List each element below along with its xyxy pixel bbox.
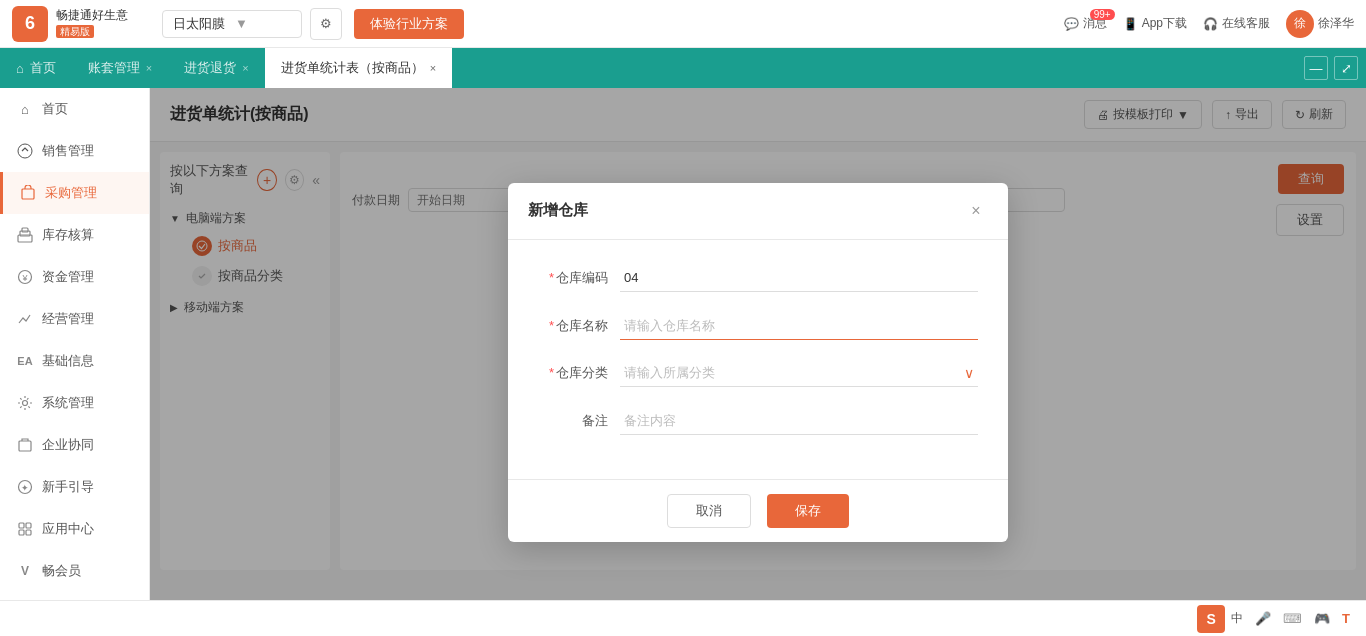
- warehouse-category-label: 仓库分类: [538, 364, 608, 382]
- tab-close-icon[interactable]: ×: [242, 62, 248, 74]
- home-icon: ⌂: [16, 61, 24, 76]
- message-icon: 💬: [1064, 17, 1079, 31]
- tab-home[interactable]: ⌂ 首页: [0, 48, 72, 88]
- ops-icon: [16, 310, 34, 328]
- svg-rect-12: [26, 523, 31, 528]
- warehouse-remark-label: 备注: [538, 412, 608, 430]
- modal-footer: 取消 保存: [508, 479, 1008, 542]
- svg-rect-8: [19, 441, 31, 451]
- warehouse-category-row: 仓库分类 请输入所属分类 ∨: [538, 360, 978, 387]
- svg-text:¥: ¥: [21, 273, 28, 283]
- phone-icon: 📱: [1123, 17, 1138, 31]
- tab-purchase-return[interactable]: 进货退货 ×: [168, 48, 264, 88]
- store-selector[interactable]: 日太阳膜 ▼: [162, 10, 302, 38]
- cancel-button[interactable]: 取消: [667, 494, 751, 528]
- warehouse-name-input[interactable]: [620, 312, 978, 340]
- warehouse-name-row: 仓库名称: [538, 312, 978, 340]
- trial-button[interactable]: 体验行业方案: [354, 9, 464, 39]
- bottom-s-logo: S: [1197, 605, 1225, 633]
- warehouse-name-label: 仓库名称: [538, 317, 608, 335]
- finance-icon: ¥: [16, 268, 34, 286]
- sidebar-item-purchase[interactable]: 采购管理: [0, 172, 149, 214]
- modal-body: 仓库编码 仓库名称 仓库分类 请输入所属分类 ∨: [508, 240, 1008, 479]
- online-service-button[interactable]: 🎧 在线客服: [1203, 15, 1270, 32]
- svg-rect-1: [22, 189, 34, 199]
- tab-minimize-button[interactable]: —: [1304, 56, 1328, 80]
- tab-expand-button[interactable]: ⤢: [1334, 56, 1358, 80]
- sidebar-item-sales[interactable]: 销售管理: [0, 130, 149, 172]
- member-icon: V: [16, 562, 34, 580]
- modal-close-button[interactable]: ×: [964, 199, 988, 223]
- modal-overlay: 新增仓库 × 仓库编码 仓库名称 仓库分类: [150, 88, 1366, 636]
- tab-purchase-stats[interactable]: 进货单统计表（按商品） ×: [265, 48, 452, 88]
- home-nav-icon: ⌂: [16, 100, 34, 118]
- logo-text: 畅捷通好生意 精易版: [56, 8, 128, 39]
- logo-area: 6 畅捷通好生意 精易版: [12, 6, 162, 42]
- mic-icon[interactable]: 🎤: [1255, 611, 1271, 626]
- sidebar: ⌂ 首页 销售管理 采购管理 库存核算 ¥ 资金管理: [0, 88, 150, 636]
- svg-rect-11: [19, 523, 24, 528]
- sidebar-item-base[interactable]: EA 基础信息: [0, 340, 149, 382]
- dropdown-arrow-icon: ▼: [235, 16, 291, 31]
- inventory-icon: [16, 226, 34, 244]
- app-download-button[interactable]: 📱 App下载: [1123, 15, 1187, 32]
- sidebar-item-ops[interactable]: 经营管理: [0, 298, 149, 340]
- sidebar-item-guide[interactable]: ✦ 新手引导: [0, 466, 149, 508]
- gear-button[interactable]: ⚙: [310, 8, 342, 40]
- svg-point-7: [23, 401, 28, 406]
- system-icon: [16, 394, 34, 412]
- svg-point-0: [18, 144, 32, 158]
- avatar-initials: 徐: [1294, 15, 1306, 32]
- headset-icon: 🎧: [1203, 17, 1218, 31]
- user-profile-button[interactable]: 徐 徐泽华: [1286, 10, 1354, 38]
- keyboard-icon[interactable]: ⌨: [1283, 611, 1302, 626]
- save-button[interactable]: 保存: [767, 494, 849, 528]
- sidebar-item-member[interactable]: V 畅会员: [0, 550, 149, 592]
- main-layout: ⌂ 首页 销售管理 采购管理 库存核算 ¥ 资金管理: [0, 88, 1366, 636]
- category-dropdown-icon: ∨: [964, 365, 974, 381]
- sidebar-item-apps[interactable]: 应用中心: [0, 508, 149, 550]
- logo-icon: 6: [12, 6, 48, 42]
- messages-button[interactable]: 💬 消息 99+: [1064, 15, 1107, 32]
- modal-header: 新增仓库 ×: [508, 183, 1008, 240]
- svg-text:✦: ✦: [21, 483, 29, 493]
- enterprise-icon: [16, 436, 34, 454]
- bottom-status-bar: S 中 🎤 ⌨ 🎮 T: [0, 600, 1366, 636]
- tab-bar: ⌂ 首页 账套管理 × 进货退货 × 进货单统计表（按商品） × — ⤢: [0, 48, 1366, 88]
- sidebar-item-system[interactable]: 系统管理: [0, 382, 149, 424]
- apps-icon: [16, 520, 34, 538]
- gamepad-icon[interactable]: 🎮: [1314, 611, 1330, 626]
- sidebar-item-enterprise[interactable]: 企业协同: [0, 424, 149, 466]
- avatar: 徐: [1286, 10, 1314, 38]
- warehouse-code-row: 仓库编码: [538, 264, 978, 292]
- tab-controls: — ⤢: [1304, 48, 1366, 88]
- sidebar-item-inventory[interactable]: 库存核算: [0, 214, 149, 256]
- warehouse-category-select[interactable]: 请输入所属分类 ∨: [620, 360, 978, 387]
- base-info-icon: EA: [16, 352, 34, 370]
- warehouse-remark-row: 备注: [538, 407, 978, 435]
- svg-rect-13: [19, 530, 24, 535]
- sidebar-item-home[interactable]: ⌂ 首页: [0, 88, 149, 130]
- tab-close-icon[interactable]: ×: [146, 62, 152, 74]
- modal-title: 新增仓库: [528, 201, 588, 220]
- purchase-icon: [19, 184, 37, 202]
- new-warehouse-modal: 新增仓库 × 仓库编码 仓库名称 仓库分类: [508, 183, 1008, 542]
- sidebar-item-finance[interactable]: ¥ 资金管理: [0, 256, 149, 298]
- gear-icon: ⚙: [320, 16, 332, 31]
- svg-rect-14: [26, 530, 31, 535]
- top-right-area: 💬 消息 99+ 📱 App下载 🎧 在线客服 徐 徐泽华: [1064, 10, 1354, 38]
- guide-icon: ✦: [16, 478, 34, 496]
- warehouse-code-label: 仓库编码: [538, 269, 608, 287]
- text-type-icon[interactable]: T: [1342, 611, 1350, 626]
- tab-accounts[interactable]: 账套管理 ×: [72, 48, 168, 88]
- top-bar: 6 畅捷通好生意 精易版 日太阳膜 ▼ ⚙ 体验行业方案 💬 消息 99+ 📱 …: [0, 0, 1366, 48]
- bottom-brand: S 中: [1197, 605, 1243, 633]
- tab-close-icon[interactable]: ×: [430, 62, 436, 74]
- content-area: 进货单统计(按商品) 🖨 按模板打印 ▼ ↑ 导出 ↻ 刷新: [150, 88, 1366, 636]
- warehouse-remark-input[interactable]: [620, 407, 978, 435]
- warehouse-code-input[interactable]: [620, 264, 978, 292]
- sales-icon: [16, 142, 34, 160]
